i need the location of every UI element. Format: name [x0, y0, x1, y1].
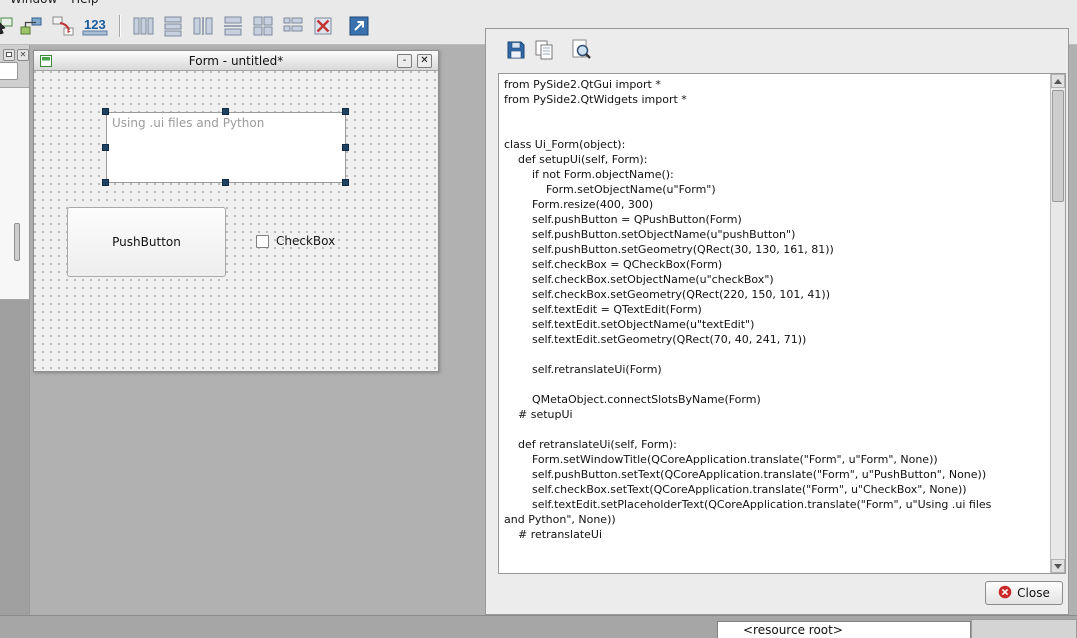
break-layout-icon	[311, 14, 335, 38]
layout-splitter-horizontal-button[interactable]	[191, 14, 215, 38]
copy-button[interactable]	[531, 37, 557, 63]
save-button[interactable]	[503, 37, 529, 63]
code-view[interactable]: from PySide2.QtGui import * from PySide2…	[498, 73, 1066, 574]
vertical-scrollbar[interactable]	[1050, 74, 1065, 573]
find-icon	[569, 38, 593, 62]
dock-close-button[interactable]: ✕	[17, 49, 29, 61]
adjust-size-icon	[347, 14, 371, 38]
scrollbar-thumb[interactable]	[1052, 90, 1064, 202]
arrow-down-icon	[1054, 564, 1062, 569]
form-window-titlebar[interactable]: Form - untitled* - ✕	[34, 51, 438, 71]
widget-list[interactable]	[0, 87, 29, 300]
lay-out-vertically-icon	[161, 14, 185, 38]
textedit-widget[interactable]: Using .ui files and Python	[106, 112, 346, 183]
lay-out-in-a-form-layout-icon	[281, 14, 305, 38]
textedit-placeholder: Using .ui files and Python	[112, 116, 264, 130]
edit-tab-order-icon: 123	[81, 14, 111, 38]
close-icon: ✕	[20, 50, 27, 59]
selection-handle[interactable]	[222, 108, 229, 115]
edit-widgets-button[interactable]	[0, 14, 15, 38]
checkbox-widget[interactable]: CheckBox	[256, 234, 335, 248]
close-button[interactable]: Close	[985, 581, 1063, 605]
pushbutton-widget[interactable]: PushButton	[67, 207, 226, 277]
widget-list-scrollbar[interactable]	[14, 223, 20, 261]
svg-text:123: 123	[84, 17, 106, 32]
menu-window[interactable]: Window	[10, 0, 57, 6]
lay-out-vertically-in-splitter-icon	[221, 14, 245, 38]
menubar: Window Help	[0, 0, 1077, 7]
edit-buddies-button[interactable]	[51, 14, 75, 38]
close-button-label: Close	[1017, 586, 1050, 600]
find-button[interactable]	[568, 37, 594, 63]
edit-widgets-icon	[0, 14, 15, 38]
selection-handle[interactable]	[102, 179, 109, 186]
layout-form-button[interactable]	[281, 14, 305, 38]
break-layout-button[interactable]	[311, 14, 335, 38]
form-minimize-button[interactable]: -	[397, 54, 412, 68]
edit-signals-slots-icon	[19, 14, 43, 38]
widget-box-lower	[0, 300, 29, 615]
edit-buddies-icon	[51, 14, 75, 38]
code-preview-dialog: from PySide2.QtGui import * from PySide2…	[485, 28, 1069, 615]
float-icon	[6, 52, 12, 57]
selection-handle[interactable]	[342, 179, 349, 186]
form-designer-window: Form - untitled* - ✕ Using .ui files and…	[33, 50, 439, 372]
selection-handle[interactable]	[102, 144, 109, 151]
form-close-button[interactable]: ✕	[417, 54, 432, 68]
selection-handle[interactable]	[222, 179, 229, 186]
widget-filter-input[interactable]	[0, 62, 18, 80]
toolbar-separator	[119, 15, 121, 37]
menu-help[interactable]: Help	[71, 0, 98, 6]
edit-signals-slots-button[interactable]	[19, 14, 43, 38]
copy-icon	[533, 39, 555, 61]
close-circle-icon	[998, 585, 1012, 602]
lay-out-horizontally-icon	[131, 14, 155, 38]
form-canvas[interactable]: Using .ui files and Python PushButton Ch…	[34, 71, 438, 371]
lay-out-horizontally-in-splitter-icon	[191, 14, 215, 38]
layout-vertical-button[interactable]	[161, 14, 185, 38]
layout-splitter-vertical-button[interactable]	[221, 14, 245, 38]
widget-box-panel: ✕	[0, 45, 30, 615]
resource-browser-side	[971, 619, 1077, 638]
dock-float-button[interactable]	[3, 49, 15, 61]
edit-tab-order-button[interactable]: 123	[81, 14, 111, 38]
resource-browser-panel[interactable]: <resource root>	[717, 621, 971, 638]
code-text: from PySide2.QtGui import * from PySide2…	[499, 74, 1050, 573]
selection-handle[interactable]	[342, 144, 349, 151]
checkbox-indicator[interactable]	[256, 235, 269, 248]
adjust-size-button[interactable]	[347, 14, 371, 38]
layout-horizontal-button[interactable]	[131, 14, 155, 38]
scroll-down-button[interactable]	[1051, 559, 1065, 573]
form-window-title: Form - untitled*	[34, 54, 438, 68]
selection-handle[interactable]	[342, 108, 349, 115]
layout-grid-button[interactable]	[251, 14, 275, 38]
bottom-strip: <resource root>	[0, 615, 1077, 638]
scroll-up-button[interactable]	[1051, 74, 1065, 88]
arrow-up-icon	[1054, 79, 1062, 84]
resource-root-item[interactable]: <resource root>	[718, 622, 970, 637]
lay-out-in-a-grid-icon	[251, 14, 275, 38]
save-icon	[505, 39, 527, 61]
selection-handle[interactable]	[102, 108, 109, 115]
checkbox-label: CheckBox	[276, 234, 335, 248]
